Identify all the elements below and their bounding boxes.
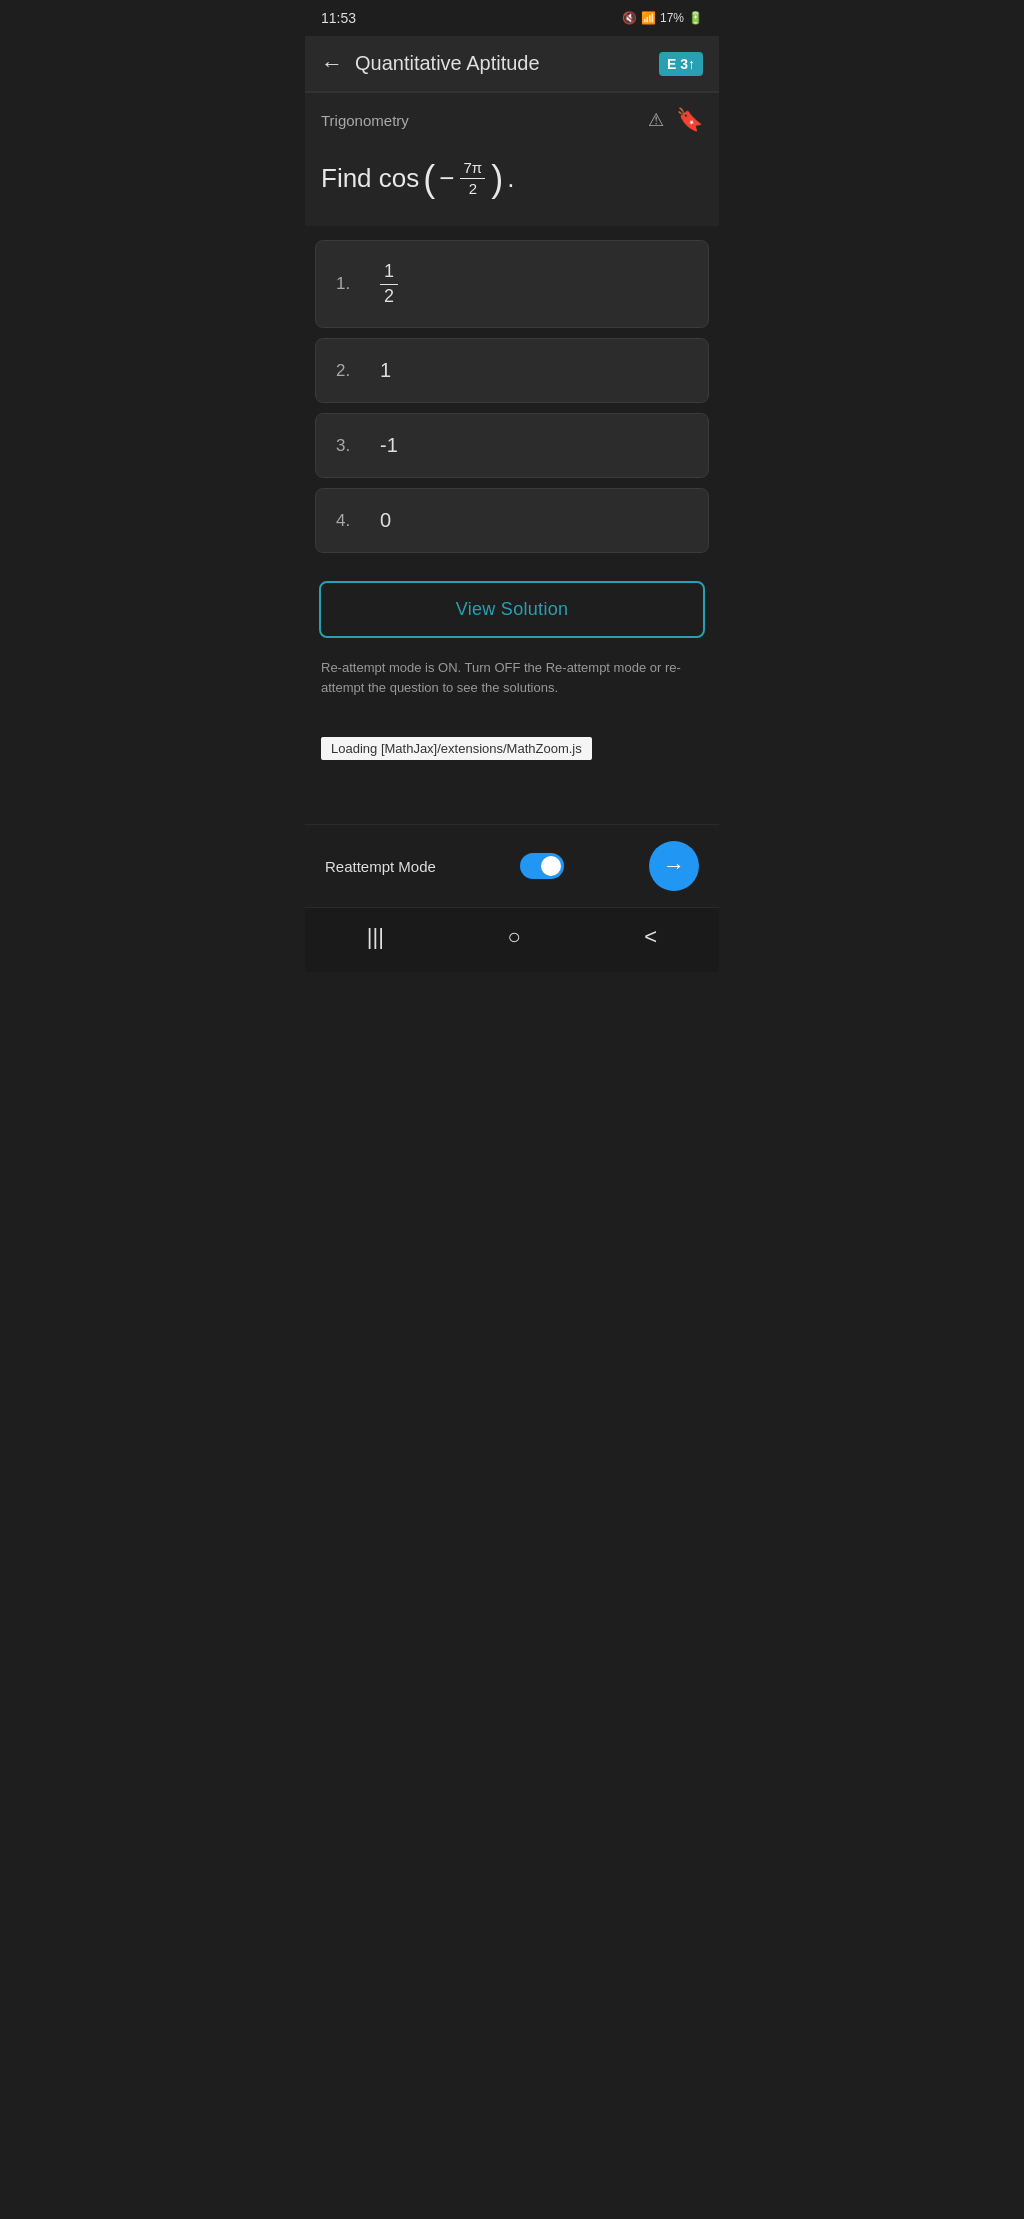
option-3-value: -1 (380, 434, 398, 457)
reattempt-mode-label: Reattempt Mode (325, 858, 436, 875)
option-1-value: 1 2 (380, 261, 398, 307)
reattempt-notice: Re-attempt mode is ON. Turn OFF the Re-a… (305, 650, 719, 717)
minus-sign: − (439, 163, 454, 194)
next-button[interactable]: → (649, 841, 699, 891)
option-1-number: 1. (336, 274, 360, 294)
back-nav-icon[interactable]: < (624, 918, 677, 956)
spacer (305, 760, 719, 800)
paren-close: ) (491, 161, 503, 197)
warning-icon[interactable]: ⚠ (648, 109, 664, 131)
paren-open: ( (423, 161, 435, 197)
battery-icon: 🔋 (688, 11, 703, 25)
option-2-value: 1 (380, 359, 391, 382)
nav-left: ← Quantitative Aptitude (321, 51, 540, 77)
page-title: Quantitative Aptitude (355, 52, 540, 75)
topic-header: Trigonometry ⚠ 🔖 (305, 93, 719, 143)
option-3[interactable]: 3. -1 (315, 413, 709, 478)
frac-denominator: 2 (466, 179, 480, 198)
menu-icon[interactable]: ||| (347, 918, 404, 956)
status-bar: 11:53 🔇 📶 17% 🔋 (305, 0, 719, 36)
status-time: 11:53 (321, 10, 356, 26)
toggle-circle (541, 856, 561, 876)
topic-name: Trigonometry (321, 112, 409, 129)
view-solution-button[interactable]: View Solution (319, 581, 705, 638)
question-fraction: 7π 2 (460, 159, 485, 198)
option-3-number: 3. (336, 436, 360, 456)
view-solution-wrap: View Solution (305, 563, 719, 650)
option-1-numerator: 1 (380, 261, 398, 285)
booklet-icon[interactable]: E 3↑ (659, 52, 703, 76)
mathjax-loading: Loading [MathJax]/extensions/MathZoom.js (321, 737, 592, 760)
next-arrow-icon: → (663, 853, 685, 879)
option-1-denominator: 2 (380, 285, 398, 308)
option-4[interactable]: 4. 0 (315, 488, 709, 553)
reattempt-toggle[interactable] (520, 853, 564, 879)
home-icon[interactable]: ○ (488, 918, 541, 956)
status-icons: 🔇 📶 17% 🔋 (622, 11, 703, 25)
options-separator (305, 226, 719, 240)
frac-numerator: 7π (460, 159, 485, 179)
bottom-bar: Reattempt Mode → (305, 824, 719, 907)
option-4-number: 4. (336, 511, 360, 531)
battery-level: 17% (660, 11, 684, 25)
option-1[interactable]: 1. 1 2 (315, 240, 709, 328)
signal-icon: 🔇 (622, 11, 637, 25)
question-prefix: Find cos (321, 163, 419, 194)
option-2-number: 2. (336, 361, 360, 381)
bookmark-icon[interactable]: 🔖 (676, 107, 703, 133)
back-button[interactable]: ← (321, 51, 343, 77)
wifi-icon: 📶 (641, 11, 656, 25)
option-2[interactable]: 2. 1 (315, 338, 709, 403)
question-area: Find cos ( − 7π 2 ) . (305, 143, 719, 226)
question-text: Find cos ( − 7π 2 ) . (321, 159, 703, 198)
top-nav: ← Quantitative Aptitude E 3↑ (305, 36, 719, 92)
question-dot: . (507, 163, 514, 194)
option-4-value: 0 (380, 509, 391, 532)
topic-icons: ⚠ 🔖 (648, 107, 703, 133)
nav-bar: ||| ○ < (305, 907, 719, 972)
